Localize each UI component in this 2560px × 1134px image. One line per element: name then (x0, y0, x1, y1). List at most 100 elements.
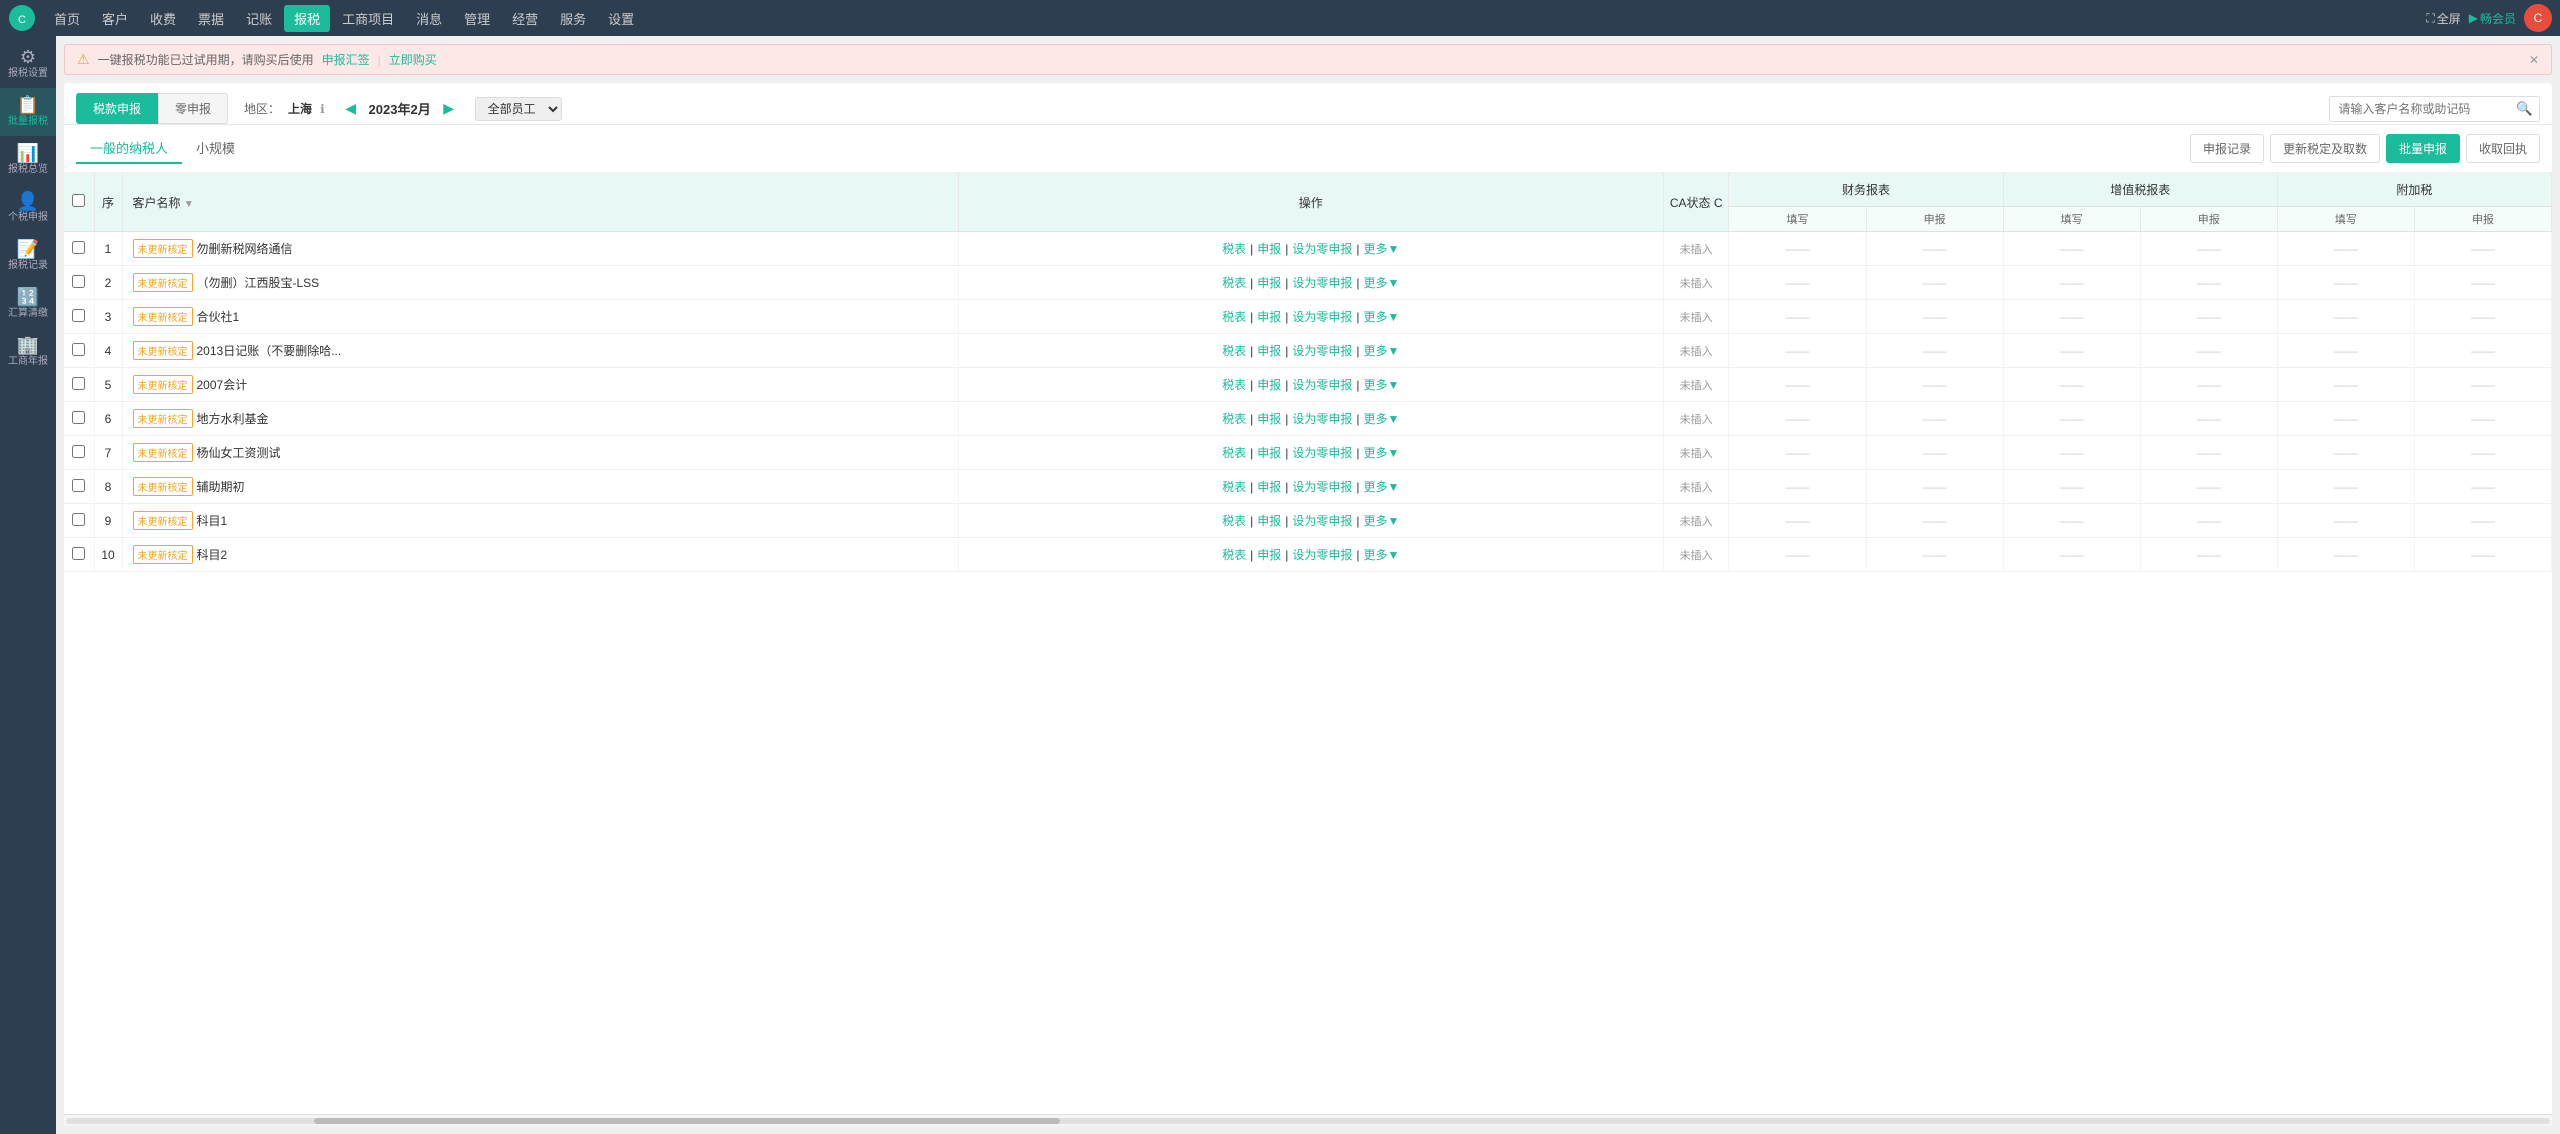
row-checkbox-3[interactable] (72, 343, 85, 356)
row-tax-table-link-6[interactable]: 税表 (1222, 444, 1246, 461)
row-declare-link-7[interactable]: 申报 (1257, 478, 1281, 495)
tab-tax-declare[interactable]: 税款申报 (76, 93, 158, 124)
row-declare-link-1[interactable]: 申报 (1257, 274, 1281, 291)
row-tax-table-link-5[interactable]: 税表 (1222, 410, 1246, 427)
buy-link[interactable]: 立即购买 (389, 51, 437, 68)
row-zero-declare-link-9[interactable]: 设为零申报 (1292, 546, 1352, 563)
row-tax-write-6: —— (2003, 436, 2140, 470)
row-tax-table-link-3[interactable]: 税表 (1222, 342, 1246, 359)
row-more-link-0[interactable]: 更多▼ (1364, 240, 1400, 257)
sidebar-item-tax-overview[interactable]: 📊 报税总览 (0, 136, 56, 184)
sort-icon[interactable]: ▼ (184, 199, 194, 210)
row-more-link-8[interactable]: 更多▼ (1364, 512, 1400, 529)
row-declare-link-8[interactable]: 申报 (1257, 512, 1281, 529)
search-input[interactable] (2330, 98, 2510, 120)
notice-close-btn[interactable]: ✕ (2529, 53, 2539, 67)
user-avatar[interactable]: C (2524, 4, 2552, 32)
nav-invoice[interactable]: 票据 (188, 5, 234, 32)
apply-link[interactable]: 申报汇签 (322, 51, 370, 68)
tab-small-scale[interactable]: 小规模 (182, 133, 249, 164)
row-checkbox-1[interactable] (72, 275, 85, 288)
row-zero-declare-link-7[interactable]: 设为零申报 (1292, 478, 1352, 495)
collect-receipt-btn[interactable]: 收取回执 (2466, 134, 2540, 163)
select-all-checkbox[interactable] (72, 194, 85, 207)
sidebar-item-tax-settings[interactable]: ⚙ 报税设置 (0, 40, 56, 88)
row-tax-table-link-1[interactable]: 税表 (1222, 274, 1246, 291)
prev-month-btn[interactable]: ◀ (341, 99, 361, 119)
logo[interactable]: C (8, 4, 36, 32)
sidebar-item-personal-tax[interactable]: 👤 个税申报 (0, 184, 56, 232)
row-tax-table-link-2[interactable]: 税表 (1222, 308, 1246, 325)
upgrade-btn[interactable]: ▶ 畅会员 (2469, 10, 2516, 27)
search-btn[interactable]: 🔍 (2510, 97, 2539, 121)
nav-bookkeeping[interactable]: 记账 (236, 5, 282, 32)
declare-records-btn[interactable]: 申报记录 (2190, 134, 2264, 163)
row-checkbox-8[interactable] (72, 513, 85, 526)
nav-operation[interactable]: 经营 (502, 5, 548, 32)
row-zero-declare-link-8[interactable]: 设为零申报 (1292, 512, 1352, 529)
row-more-link-9[interactable]: 更多▼ (1364, 546, 1400, 563)
row-checkbox-5[interactable] (72, 411, 85, 424)
row-zero-declare-link-4[interactable]: 设为零申报 (1292, 376, 1352, 393)
row-zero-declare-link-6[interactable]: 设为零申报 (1292, 444, 1352, 461)
row-more-link-4[interactable]: 更多▼ (1364, 376, 1400, 393)
row-zero-declare-link-2[interactable]: 设为零申报 (1292, 308, 1352, 325)
row-more-link-1[interactable]: 更多▼ (1364, 274, 1400, 291)
row-declare-link-2[interactable]: 申报 (1257, 308, 1281, 325)
row-ops-4: 税表 | 申报 | 设为零申报 | 更多▼ (958, 368, 1663, 402)
nav-customer[interactable]: 客户 (92, 5, 138, 32)
row-checkbox-2[interactable] (72, 309, 85, 322)
fullscreen-btn[interactable]: ⛶ 全屏 (2426, 10, 2460, 27)
sidebar-item-tax-records[interactable]: 📝 报税记录 (0, 232, 56, 280)
row-more-link-3[interactable]: 更多▼ (1364, 342, 1400, 359)
employee-select[interactable]: 全部员工 (475, 97, 562, 121)
sidebar-item-annual-settlement[interactable]: 🔢 汇算清缴 (0, 280, 56, 328)
row-checkbox-6[interactable] (72, 445, 85, 458)
row-tax-table-link-7[interactable]: 税表 (1222, 478, 1246, 495)
row-declare-link-0[interactable]: 申报 (1257, 240, 1281, 257)
row-tax-table-link-0[interactable]: 税表 (1222, 240, 1246, 257)
nav-business[interactable]: 工商项目 (332, 5, 404, 32)
nav-settings[interactable]: 设置 (598, 5, 644, 32)
row-zero-declare-link-5[interactable]: 设为零申报 (1292, 410, 1352, 427)
nav-tax[interactable]: 报税 (284, 5, 330, 32)
row-more-link-7[interactable]: 更多▼ (1364, 478, 1400, 495)
row-declare-link-6[interactable]: 申报 (1257, 444, 1281, 461)
row-zero-declare-link-3[interactable]: 设为零申报 (1292, 342, 1352, 359)
tab-general-taxpayer[interactable]: 一般的纳税人 (76, 133, 182, 164)
nav-service[interactable]: 服务 (550, 5, 596, 32)
row-more-link-2[interactable]: 更多▼ (1364, 308, 1400, 325)
row-checkbox-7[interactable] (72, 479, 85, 492)
row-declare-link-4[interactable]: 申报 (1257, 376, 1281, 393)
nav-home[interactable]: 首页 (44, 5, 90, 32)
row-zero-declare-link-0[interactable]: 设为零申报 (1292, 240, 1352, 257)
row-tax-table-link-4[interactable]: 税表 (1222, 376, 1246, 393)
row-zero-declare-link-1[interactable]: 设为零申报 (1292, 274, 1352, 291)
row-declare-link-5[interactable]: 申报 (1257, 410, 1281, 427)
batch-declare-btn[interactable]: 批量申报 (2386, 134, 2460, 163)
info-icon[interactable]: ℹ (320, 102, 325, 116)
row-tax-table-link-9[interactable]: 税表 (1222, 546, 1246, 563)
nav-manage[interactable]: 管理 (454, 5, 500, 32)
row-checkbox-0[interactable] (72, 241, 85, 254)
row-more-link-5[interactable]: 更多▼ (1364, 410, 1400, 427)
horizontal-scrollbar[interactable] (64, 1114, 2552, 1126)
row-declare-link-9[interactable]: 申报 (1257, 546, 1281, 563)
nav-billing[interactable]: 收费 (140, 5, 186, 32)
row-finance-report-2: —— (1866, 300, 2003, 334)
row-checkbox-4[interactable] (72, 377, 85, 390)
row-tax-table-link-8[interactable]: 税表 (1222, 512, 1246, 529)
row-checkbox-9[interactable] (72, 547, 85, 560)
update-tax-btn[interactable]: 更新税定及取数 (2270, 134, 2380, 163)
sidebar-item-annual-report[interactable]: 🏢 工商年报 (0, 328, 56, 376)
row-more-link-6[interactable]: 更多▼ (1364, 444, 1400, 461)
tab-zero-declare[interactable]: 零申报 (158, 93, 228, 124)
sidebar-item-batch-tax[interactable]: 📋 批量报税 (0, 88, 56, 136)
nav-message[interactable]: 消息 (406, 5, 452, 32)
scrollbar-thumb[interactable] (314, 1118, 1059, 1124)
row-declare-link-3[interactable]: 申报 (1257, 342, 1281, 359)
scrollbar-track[interactable] (66, 1118, 2550, 1124)
row-name-3: 未更新核定2013日记账（不要删除哈... (122, 334, 958, 368)
next-month-btn[interactable]: ▶ (439, 99, 459, 119)
settings-icon: ⚙ (20, 48, 36, 66)
